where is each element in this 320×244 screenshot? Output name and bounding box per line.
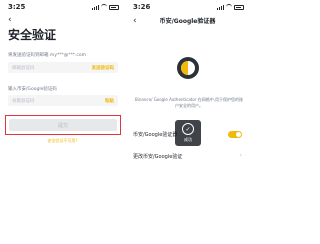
back-arrow-icon[interactable]: ‹ <box>8 15 12 25</box>
status-icons <box>217 4 244 10</box>
wifi-icon <box>101 4 107 10</box>
signal-icon <box>92 4 99 10</box>
authenticator-toggle-label: 币安/Google验证器 <box>133 132 178 138</box>
status-time: 3:26 <box>133 3 151 11</box>
success-toast: ✓ 成功 <box>175 120 201 146</box>
authenticator-description: Binance/ Google Authenticator 在网格中,用于保护您… <box>135 97 243 108</box>
email-code-label: 将发送验证码到邮箱 my***@***.com <box>8 53 87 58</box>
battery-icon <box>109 4 119 10</box>
nav-title: 币安/Google验证器 <box>159 18 216 25</box>
wifi-icon <box>226 4 232 10</box>
signal-icon <box>217 4 224 10</box>
battery-icon <box>234 4 244 10</box>
google-code-placeholder: 谷歌验证码 <box>12 99 35 104</box>
submit-highlight: 提交 <box>5 115 121 135</box>
change-authenticator-row[interactable]: 更改币安/Google验证 › <box>131 150 244 162</box>
google-code-field[interactable]: 谷歌验证码 粘贴 <box>8 95 118 106</box>
status-time: 3:25 <box>8 3 26 11</box>
toast-message: 成功 <box>184 137 192 142</box>
status-bar: 3:26 <box>131 3 244 13</box>
authenticator-toggle[interactable] <box>228 131 242 138</box>
status-bar: 3:25 <box>6 3 119 13</box>
google-authenticator-icon <box>177 57 199 79</box>
authenticator-settings-screen: 3:26 ‹ 币安/Google验证器 Binance/ Google Auth… <box>125 0 250 244</box>
submit-button[interactable]: 提交 <box>9 119 117 131</box>
email-code-placeholder: 邮箱验证码 <box>12 66 35 71</box>
change-authenticator-label: 更改币安/Google验证 <box>133 154 183 160</box>
security-verification-screen: 3:25 ‹ 安全验证 将发送验证码到邮箱 my***@***.com 邮箱验证… <box>0 0 125 244</box>
status-icons <box>92 4 119 10</box>
paste-button[interactable]: 粘贴 <box>105 98 114 104</box>
email-code-field[interactable]: 邮箱验证码 发送验证码 <box>8 62 118 73</box>
check-icon: ✓ <box>182 123 194 135</box>
send-code-button[interactable]: 发送验证码 <box>92 65 115 71</box>
page-title: 安全验证 <box>8 28 57 42</box>
google-code-label: 输入币安/Google验证码 <box>8 87 57 92</box>
verification-unavailable-link[interactable]: 安全验证不可用? <box>0 138 125 144</box>
chevron-right-icon: › <box>239 152 242 159</box>
